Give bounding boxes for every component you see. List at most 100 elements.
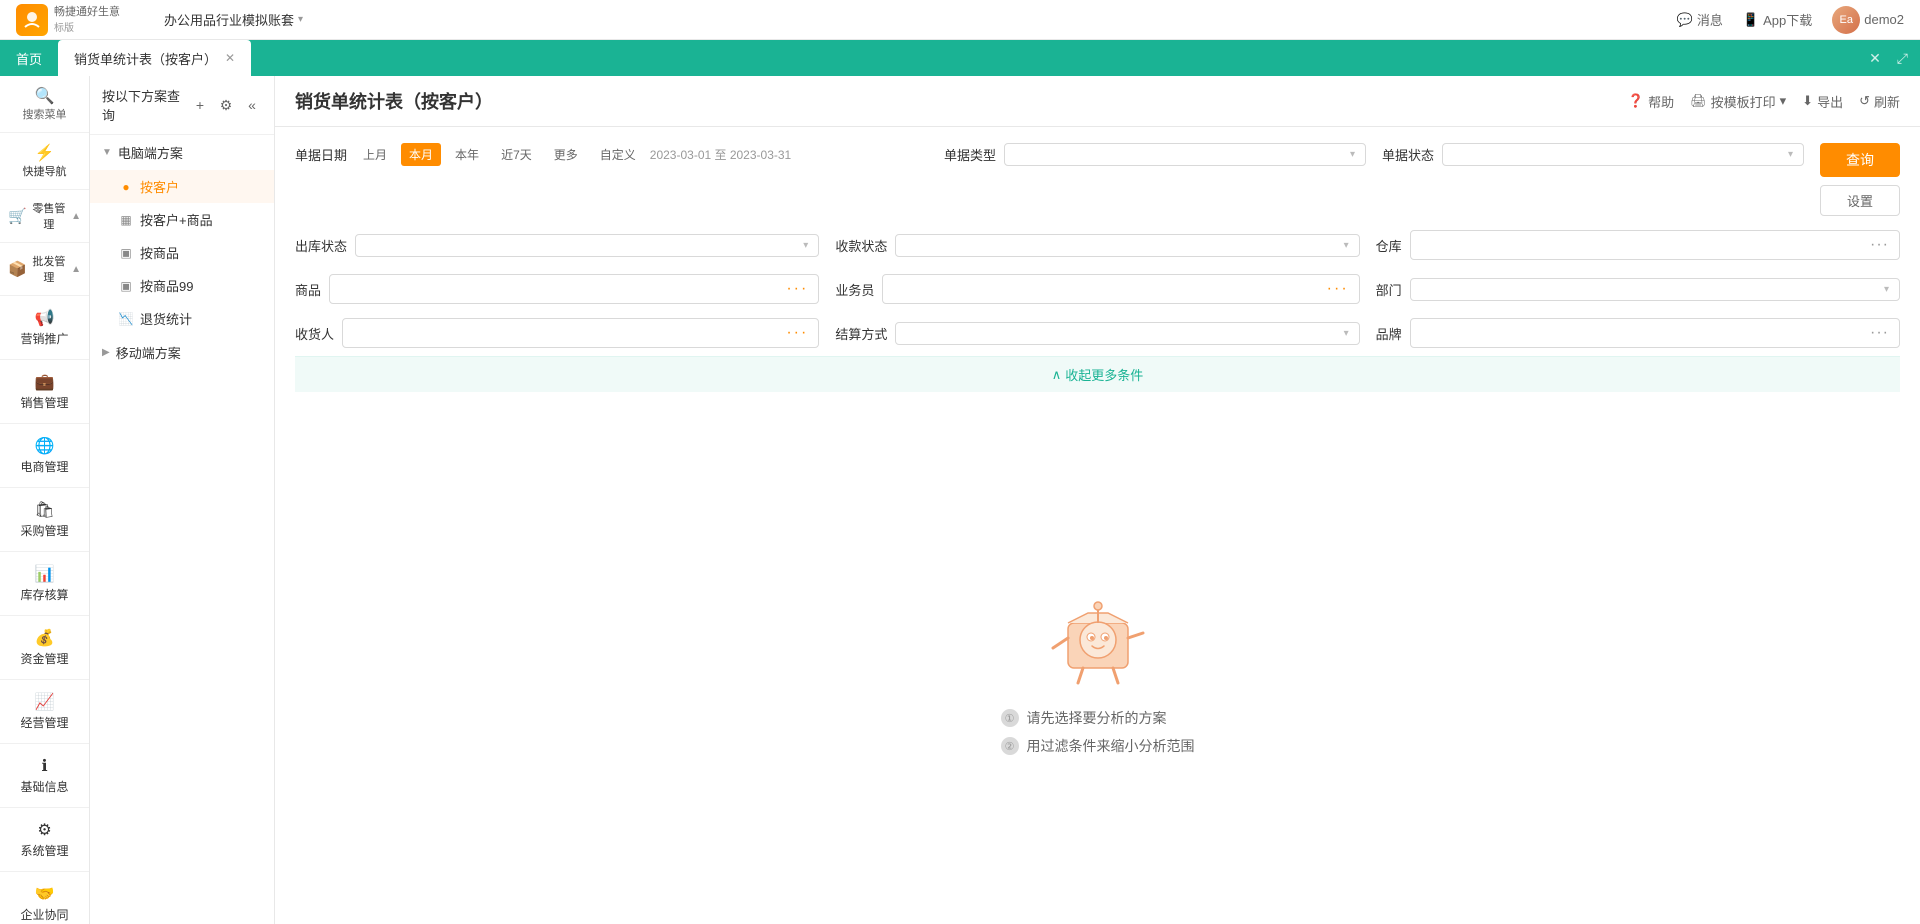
basic-label: 基础信息 [8, 778, 81, 795]
goods-select[interactable]: ··· [329, 274, 819, 304]
tab-home[interactable]: 首页 [0, 40, 58, 76]
sidebar-item-sales[interactable]: 💼 销售管理 [0, 360, 89, 424]
date-last-month[interactable]: 上月 [355, 143, 395, 166]
sidebar-item-purchase[interactable]: 🛍 采购管理 [0, 488, 89, 552]
settlement-arrow-icon: ▾ [1344, 328, 1349, 339]
tab-sales-stats[interactable]: 销货单统计表（按客户） ✕ [58, 40, 251, 76]
marketing-label: 营销推广 [8, 330, 81, 347]
sidebar-item-retail[interactable]: 🛒 零售管理 ▲ [0, 190, 89, 243]
sidebar: 🔍 搜索菜单 ⚡ 快捷导航 🛒 零售管理 ▲ 📦 批发管理 ▲ 📢 营销推广 💼… [0, 76, 90, 924]
doc-type-select[interactable]: ▾ [1004, 143, 1366, 166]
nav-title-area[interactable]: 办公用品行业模拟账套 ▾ [148, 10, 303, 29]
search-icon: 🔍 [35, 88, 55, 105]
refresh-label: 刷新 [1874, 92, 1900, 111]
filter-row-2: 出库状态 ▾ 收款状态 ▾ 仓库 [295, 230, 1900, 260]
brand-select[interactable]: ··· [1410, 318, 1900, 348]
department-select[interactable]: ▾ [1410, 278, 1900, 301]
left-panel-header: 按以下方案查询 + ⚙ « [90, 76, 274, 135]
date-current-year[interactable]: 本年 [447, 143, 487, 166]
sidebar-quick-nav[interactable]: ⚡ 快捷导航 [0, 133, 89, 190]
sidebar-search-label: 搜索菜单 [8, 106, 81, 122]
desktop-group-label: 电脑端方案 [118, 143, 183, 162]
sales-icon: 💼 [8, 372, 81, 392]
doc-status-filter-item: 单据状态 ▾ [1382, 143, 1804, 166]
export-btn[interactable]: ⬇ 导出 [1802, 92, 1843, 111]
user-area[interactable]: Ea demo2 [1832, 6, 1904, 34]
empty-tip-1: ① 请先选择要分析的方案 [1001, 708, 1195, 728]
goods-dots-icon[interactable]: ··· [786, 280, 808, 298]
template-print-btn[interactable]: 🖨 按模板打印 ▾ [1690, 92, 1786, 111]
settlement-filter-item: 结算方式 ▾ [835, 322, 1359, 345]
refresh-btn[interactable]: ↺ 刷新 [1859, 92, 1900, 111]
sidebar-search[interactable]: 🔍 搜索菜单 [0, 76, 89, 133]
scheme-return-stats[interactable]: 📉 退货统计 [90, 302, 274, 335]
filter-row-3: 商品 ··· 业务员 ··· 部门 [295, 274, 1900, 304]
sidebar-item-enterprise[interactable]: 🤝 企业协同 [0, 872, 89, 924]
sidebar-item-operations[interactable]: 📈 经营管理 [0, 680, 89, 744]
refresh-icon: ↺ [1859, 93, 1870, 109]
panel-settings-btn[interactable]: ⚙ [216, 95, 236, 115]
scheme-by-customer[interactable]: ● 按客户 [90, 170, 274, 203]
help-btn[interactable]: ❓ 帮助 [1628, 92, 1674, 111]
settlement-select[interactable]: ▾ [895, 322, 1359, 345]
scheme-by-goods-99[interactable]: ▣ 按商品99 [90, 269, 274, 302]
recipient-select[interactable]: ··· [342, 318, 819, 348]
by-customer-label: 按客户 [140, 177, 179, 196]
scheme-by-goods[interactable]: ▣ 按商品 [90, 236, 274, 269]
sidebar-item-inventory[interactable]: 📊 库存核算 [0, 552, 89, 616]
sidebar-item-wholesale[interactable]: 📦 批发管理 ▲ [0, 243, 89, 296]
tab-close-icon[interactable]: ✕ [225, 51, 235, 65]
salesperson-dots-icon[interactable]: ··· [1327, 280, 1349, 298]
salesperson-select[interactable]: ··· [882, 274, 1359, 304]
panel-add-btn[interactable]: + [190, 95, 210, 115]
date-current-month[interactable]: 本月 [401, 143, 441, 166]
brand-filter-item: 品牌 ··· [1376, 318, 1900, 348]
tab-bar-actions: ✕ ⤢ [1865, 46, 1920, 71]
payment-status-select[interactable]: ▾ [895, 234, 1359, 257]
message-action[interactable]: 💬 消息 [1677, 10, 1723, 29]
settings-icon: ⚙ [220, 97, 233, 114]
action-buttons: 查询 设置 [1820, 143, 1900, 216]
date-last-7-days[interactable]: 近7天 [493, 143, 540, 166]
content-area: 按以下方案查询 + ⚙ « ▼ 电脑端方案 [90, 76, 1920, 924]
recipient-dots-icon[interactable]: ··· [786, 324, 808, 342]
warehouse-select[interactable]: ··· [1410, 230, 1900, 260]
tab-expand-action[interactable]: ⤢ [1893, 46, 1912, 71]
sidebar-item-ecommerce[interactable]: 🌐 电商管理 [0, 424, 89, 488]
doc-status-select[interactable]: ▾ [1442, 143, 1804, 166]
add-icon: + [196, 97, 204, 113]
tab-close-action[interactable]: ✕ [1865, 46, 1885, 71]
query-button[interactable]: 查询 [1820, 143, 1900, 177]
tip-text-1: 请先选择要分析的方案 [1027, 708, 1167, 728]
sidebar-item-finance[interactable]: 💰 资金管理 [0, 616, 89, 680]
scheme-by-customer-goods[interactable]: ▦ 按客户+商品 [90, 203, 274, 236]
department-filter-item: 部门 ▾ [1376, 278, 1900, 301]
out-status-select[interactable]: ▾ [355, 234, 819, 257]
app-download-action[interactable]: 📱 App下载 [1743, 10, 1812, 29]
inventory-label: 库存核算 [8, 586, 81, 603]
recipient-label: 收货人 [295, 324, 334, 343]
date-more[interactable]: 更多 [546, 143, 586, 166]
sidebar-item-basic[interactable]: ℹ 基础信息 [0, 744, 89, 808]
sidebar-item-system[interactable]: ⚙ 系统管理 [0, 808, 89, 872]
date-filter-item: 单据日期 上月 本月 本年 近7天 更多 自定义 2023-03-01 至 20… [295, 143, 928, 166]
main-content: 销货单统计表（按客户） ❓ 帮助 🖨 按模板打印 ▾ ⬇ [275, 76, 1920, 924]
goods-filter-item: 商品 ··· [295, 274, 819, 304]
return-stats-label: 退货统计 [140, 309, 192, 328]
sidebar-quick-nav-label: 快捷导航 [8, 163, 81, 179]
export-label: 导出 [1817, 92, 1843, 111]
scheme-group-desktop-header[interactable]: ▼ 电脑端方案 [90, 135, 274, 170]
sidebar-item-marketing[interactable]: 📢 营销推广 [0, 296, 89, 360]
date-range-text: 2023-03-01 至 2023-03-31 [650, 146, 791, 163]
brand-dots: ··· [1870, 324, 1889, 342]
message-icon: 💬 [1677, 12, 1693, 28]
return-stats-icon: 📉 [118, 311, 134, 327]
enterprise-icon: 🤝 [8, 884, 81, 904]
scheme-group-mobile-header[interactable]: ▶ 移动端方案 [90, 335, 274, 370]
tab-sales-stats-label: 销货单统计表（按客户） [74, 49, 217, 68]
collapse-button[interactable]: ∧ 收起更多条件 [295, 356, 1900, 392]
date-custom[interactable]: 自定义 [592, 143, 644, 166]
panel-collapse-btn[interactable]: « [242, 95, 262, 115]
doc-status-arrow-icon: ▾ [1788, 149, 1793, 160]
settings-button[interactable]: 设置 [1820, 185, 1900, 216]
